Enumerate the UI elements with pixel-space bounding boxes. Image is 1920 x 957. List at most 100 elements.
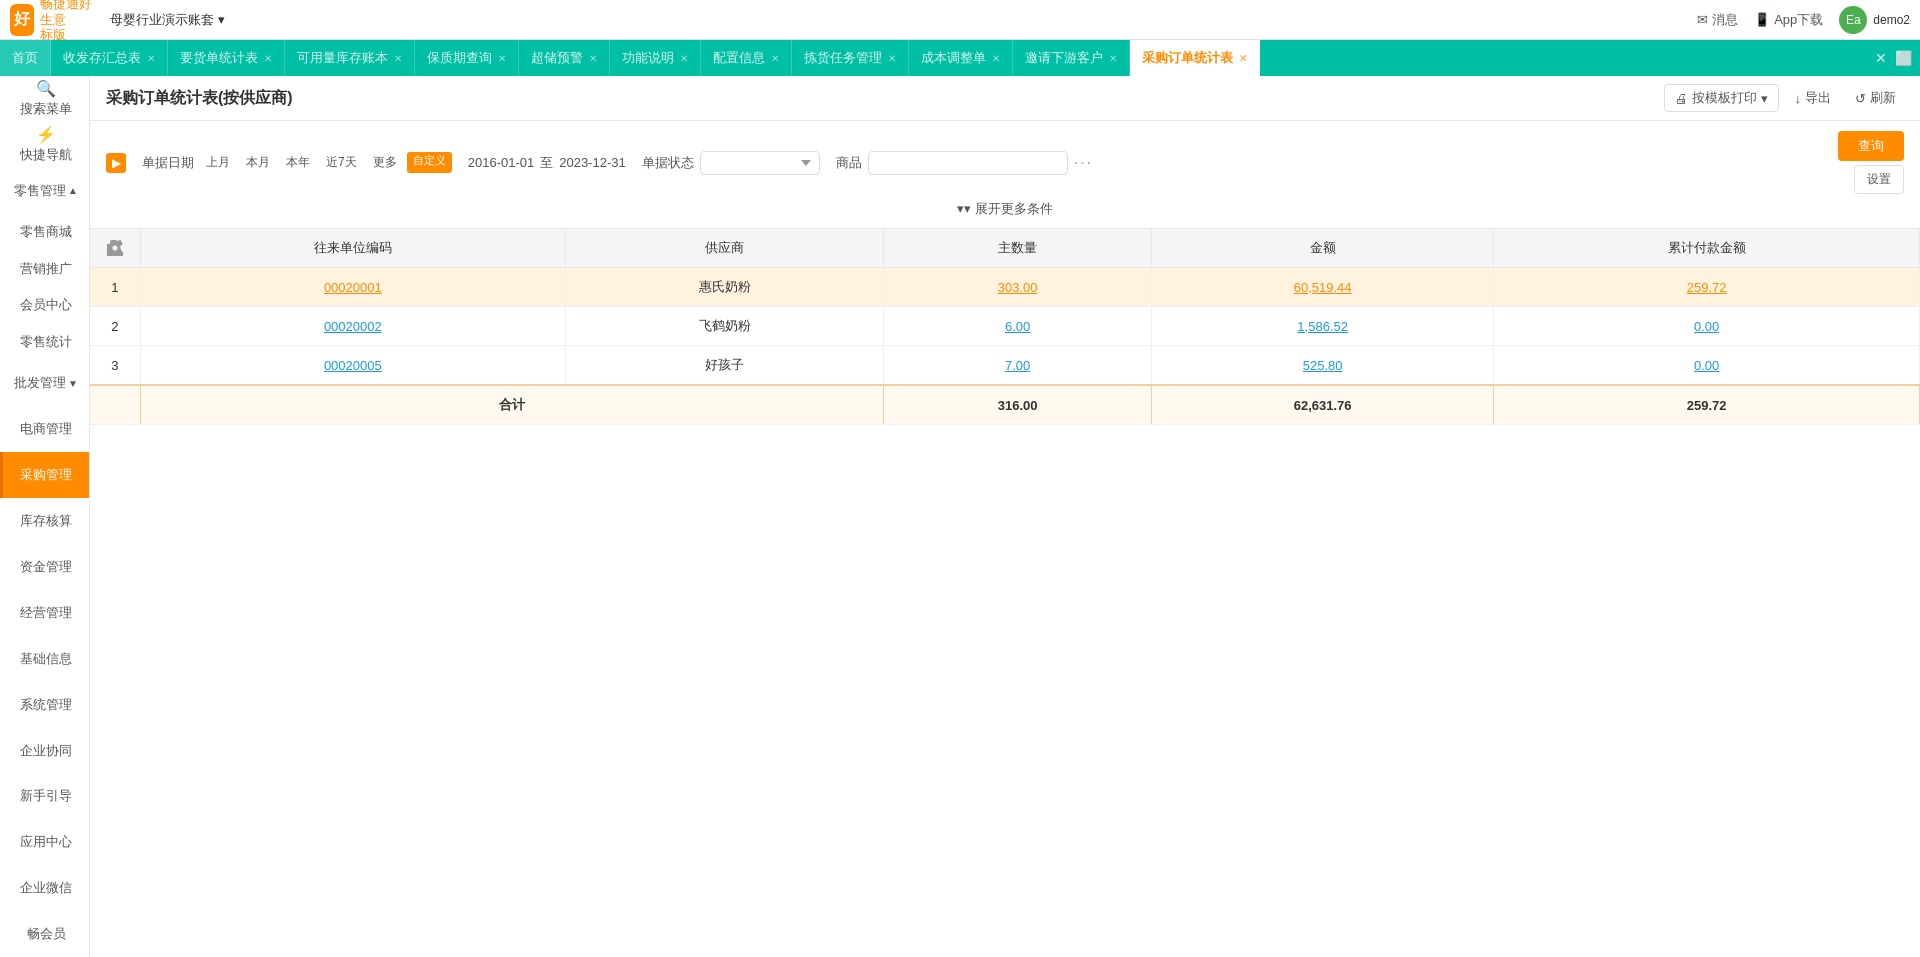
sidebar-item-marketing[interactable]: 营销推广	[0, 250, 89, 287]
template-print-button[interactable]: 🖨 按模板打印 ▾	[1664, 84, 1779, 112]
date-btn-7-days[interactable]: 近7天	[320, 152, 363, 173]
row-code[interactable]: 00020001	[140, 268, 566, 307]
date-range-display: 2016-01-01 至 2023-12-31	[468, 154, 626, 172]
sidebar-sys-mgmt-label: 系统管理	[20, 696, 72, 714]
sidebar-item-retail-mgmt[interactable]: 零售管理 ▲	[0, 168, 89, 214]
sidebar-item-wholesale-mgmt[interactable]: 批发管理 ▼	[0, 360, 89, 406]
row-paid[interactable]: 259.72	[1494, 268, 1920, 307]
sidebar-item-retail-store[interactable]: 零售商城	[0, 214, 89, 251]
table-header-row: 往来单位编码 供应商 主数量 金额 累计付款金额	[90, 229, 1920, 268]
row-code[interactable]: 00020005	[140, 346, 566, 386]
date-to: 2023-12-31	[559, 155, 626, 170]
tab-expiry-query[interactable]: 保质期查询 ✕	[415, 40, 519, 76]
query-button[interactable]: 查询	[1838, 131, 1904, 161]
row-quantity[interactable]: 7.00	[884, 346, 1152, 386]
row-quantity[interactable]: 6.00	[884, 307, 1152, 346]
col-settings-gear[interactable]	[102, 240, 128, 256]
date-label: 单据日期	[142, 154, 194, 172]
tab-invite-downstream[interactable]: 邀请下游客户 ✕	[1013, 40, 1130, 76]
export-button[interactable]: ↓ 导出	[1787, 85, 1840, 111]
date-btn-more[interactable]: 更多	[367, 152, 403, 173]
sidebar-item-sys-mgmt[interactable]: 系统管理	[0, 682, 89, 728]
tab-function-desc-close-icon[interactable]: ✕	[680, 53, 688, 64]
sidebar-item-enterprise-wechat[interactable]: 企业微信	[0, 865, 89, 911]
sidebar-item-inventory[interactable]: 库存核算	[0, 498, 89, 544]
sidebar-item-search[interactable]: 🔍 搜索菜单	[0, 76, 89, 122]
table-row: 1 00020001 惠氏奶粉 303.00 60,519.44 259.72	[90, 268, 1920, 307]
tab-receive-summary[interactable]: 收发存汇总表 ✕	[51, 40, 168, 76]
expand-more-button[interactable]: ▾▾ 展开更多条件	[957, 200, 1052, 218]
row-amount[interactable]: 525.80	[1151, 346, 1493, 386]
row-amount[interactable]: 60,519.44	[1151, 268, 1493, 307]
row-code[interactable]: 00020002	[140, 307, 566, 346]
tab-purchase-summary[interactable]: 采购订单统计表 ✕	[1130, 40, 1260, 76]
date-custom-badge: 自定义	[407, 152, 452, 173]
sidebar-item-member-center[interactable]: 会员中心	[0, 287, 89, 324]
row-quantity[interactable]: 303.00	[884, 268, 1152, 307]
user-area[interactable]: Ea demo2	[1839, 6, 1910, 34]
tab-receive-summary-close-icon[interactable]: ✕	[147, 53, 155, 64]
sidebar-item-enterprise-collab[interactable]: 企业协同	[0, 728, 89, 774]
message-icon: ✉	[1697, 12, 1708, 27]
sidebar-item-basic-info[interactable]: 基础信息	[0, 636, 89, 682]
sidebar-member-center-label: 会员中心	[20, 296, 72, 314]
goods-more-icon[interactable]: ···	[1074, 154, 1093, 172]
logo-icon: 好	[10, 4, 34, 36]
tab-goods-summary[interactable]: 要货单统计表 ✕	[168, 40, 285, 76]
sidebar-item-vip[interactable]: 畅会员	[0, 911, 89, 957]
status-filter: 单据状态 已审核 未审核	[642, 151, 820, 175]
tab-nav-right: ✕ ⬜	[1867, 50, 1920, 66]
tab-config-info[interactable]: 配置信息 ✕	[701, 40, 792, 76]
workspace-selector[interactable]: 母婴行业演示账套 ▾	[110, 11, 1687, 29]
tab-close-all-button[interactable]: ✕	[1875, 50, 1887, 66]
row-paid[interactable]: 0.00	[1494, 307, 1920, 346]
row-amount[interactable]: 1,586.52	[1151, 307, 1493, 346]
filter-toggle-icon[interactable]: ▶	[106, 153, 126, 173]
tab-config-info-close-icon[interactable]: ✕	[771, 53, 779, 64]
sidebar-item-quick-nav[interactable]: ⚡ 快捷导航	[0, 122, 89, 168]
refresh-button[interactable]: ↺ 刷新	[1847, 85, 1904, 111]
sidebar-item-finance[interactable]: 资金管理	[0, 544, 89, 590]
tab-purchase-summary-label: 采购订单统计表	[1142, 49, 1233, 67]
sidebar: 🔍 搜索菜单 ⚡ 快捷导航 零售管理 ▲ 零售商城 营销推广 会员中心 零售统计…	[0, 76, 90, 957]
tab-goods-summary-close-icon[interactable]: ✕	[264, 53, 272, 64]
sidebar-item-ops-mgmt[interactable]: 经营管理	[0, 590, 89, 636]
sidebar-new-guide-label: 新手引导	[20, 787, 72, 805]
tab-available-stock-close-icon[interactable]: ✕	[394, 53, 402, 64]
tab-function-desc[interactable]: 功能说明 ✕	[610, 40, 701, 76]
date-btn-this-year[interactable]: 本年	[280, 152, 316, 173]
tab-overstock-warning[interactable]: 超储预警 ✕	[519, 40, 610, 76]
row-paid[interactable]: 0.00	[1494, 346, 1920, 386]
tab-pick-task[interactable]: 拣货任务管理 ✕	[792, 40, 909, 76]
search-icon: 🔍	[36, 79, 56, 98]
date-btn-this-month[interactable]: 本月	[240, 152, 276, 173]
tab-cost-adjust-close-icon[interactable]: ✕	[992, 53, 1000, 64]
filter-row-main: ▶ 单据日期 上月 本月 本年 近7天 更多 自定义 2016-01-01	[106, 131, 1904, 194]
message-button[interactable]: ✉ 消息	[1697, 11, 1738, 29]
settings-button[interactable]: 设置	[1854, 165, 1904, 194]
status-select[interactable]: 已审核 未审核	[700, 151, 820, 175]
tab-cost-adjust[interactable]: 成本调整单 ✕	[909, 40, 1013, 76]
tab-home-label: 首页	[12, 49, 38, 67]
tab-home[interactable]: 首页	[0, 40, 51, 76]
tab-overstock-warning-close-icon[interactable]: ✕	[589, 53, 597, 64]
header-actions: 🖨 按模板打印 ▾ ↓ 导出 ↺ 刷新	[1664, 84, 1905, 112]
sidebar-item-retail-stats[interactable]: 零售统计	[0, 324, 89, 361]
col-settings	[90, 229, 140, 268]
footer-total-amount: 62,631.76	[1151, 385, 1493, 425]
goods-input[interactable]	[868, 151, 1068, 175]
sidebar-item-ecommerce[interactable]: 电商管理	[0, 406, 89, 452]
app-download-button[interactable]: 📱 App下载	[1754, 11, 1823, 29]
tab-available-stock[interactable]: 可用量库存账本 ✕	[285, 40, 415, 76]
sidebar-item-purchase-mgmt[interactable]: 采购管理	[0, 452, 89, 498]
tab-pick-task-close-icon[interactable]: ✕	[888, 53, 896, 64]
tab-purchase-summary-close-icon[interactable]: ✕	[1239, 53, 1247, 64]
tab-expiry-query-close-icon[interactable]: ✕	[498, 53, 506, 64]
sidebar-item-app-center[interactable]: 应用中心	[0, 819, 89, 865]
sidebar-item-new-guide[interactable]: 新手引导	[0, 774, 89, 820]
tab-goods-summary-label: 要货单统计表	[180, 49, 258, 67]
page-title: 采购订单统计表(按供应商)	[106, 88, 293, 109]
tab-invite-downstream-close-icon[interactable]: ✕	[1109, 53, 1117, 64]
date-btn-last-month[interactable]: 上月	[200, 152, 236, 173]
tab-maximize-button[interactable]: ⬜	[1895, 50, 1912, 66]
